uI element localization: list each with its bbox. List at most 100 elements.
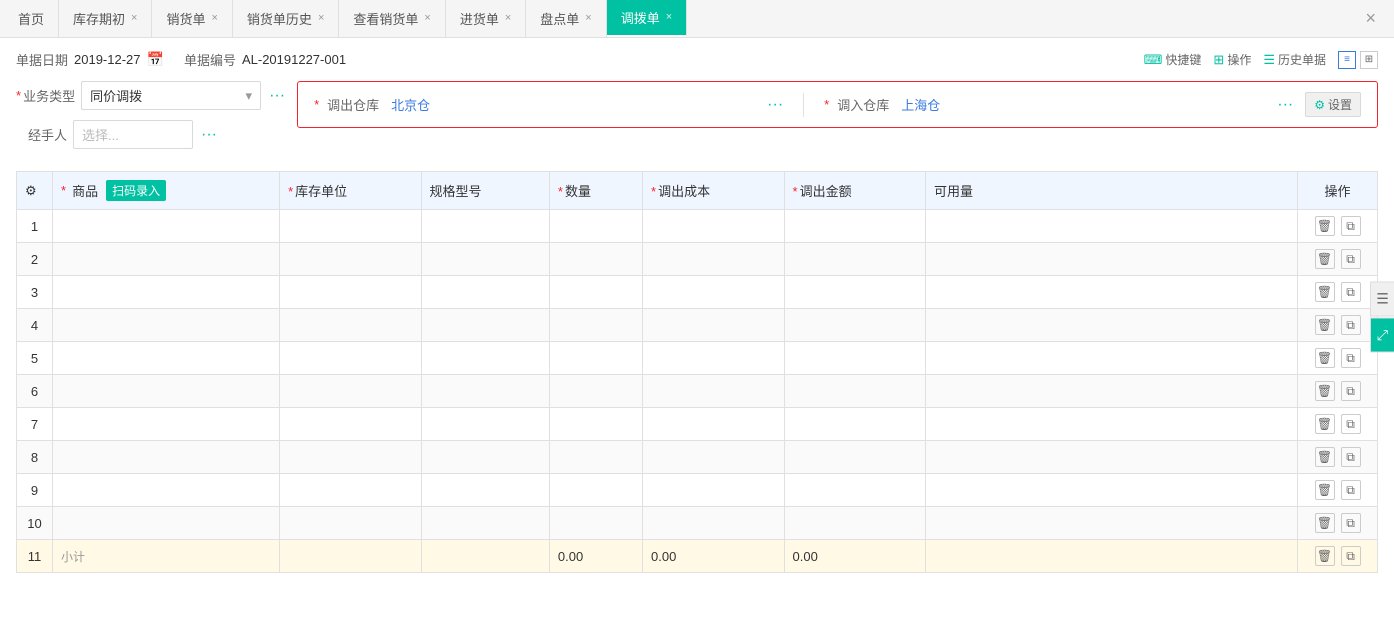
tab-purchase-close[interactable]: × [505, 13, 511, 24]
row-product[interactable] [53, 243, 280, 276]
row-unit[interactable] [280, 408, 421, 441]
tab-purchase[interactable]: 进货单 × [446, 0, 526, 37]
delete-icon[interactable]: 🗑 [1315, 447, 1335, 467]
row-amount[interactable] [784, 474, 925, 507]
float-list-button[interactable]: ☰ [1370, 282, 1394, 317]
th-gear[interactable]: ⚙ [17, 172, 53, 210]
history-button[interactable]: ☰ 历史单据 [1263, 51, 1326, 68]
row-amount[interactable] [784, 243, 925, 276]
delete-icon[interactable]: 🗑 [1315, 348, 1335, 368]
tab-view-sales-close[interactable]: × [424, 13, 430, 24]
tab-home[interactable]: 首页 [8, 0, 59, 37]
tab-sales-history[interactable]: 销货单历史 × [233, 0, 339, 37]
row-amount[interactable] [784, 507, 925, 540]
tab-sales-order-close[interactable]: × [211, 13, 217, 24]
copy-icon[interactable]: ⧉ [1341, 480, 1361, 500]
tab-view-sales[interactable]: 查看销货单 × [339, 0, 445, 37]
row-product[interactable] [53, 507, 280, 540]
copy-icon[interactable]: ⧉ [1341, 546, 1361, 566]
copy-icon[interactable]: ⧉ [1341, 381, 1361, 401]
layout-grid-icon[interactable]: ⊞ [1360, 51, 1378, 69]
row-product[interactable] [53, 342, 280, 375]
row-qty[interactable] [549, 276, 642, 309]
delete-icon[interactable]: 🗑 [1315, 381, 1335, 401]
row-spec[interactable] [421, 342, 549, 375]
row-product[interactable] [53, 309, 280, 342]
copy-icon[interactable]: ⧉ [1341, 249, 1361, 269]
tab-transfer-close[interactable]: × [666, 12, 672, 23]
scan-button[interactable]: 扫码录入 [106, 180, 166, 201]
warehouse-in-more-button[interactable]: ··· [1277, 96, 1293, 114]
row-qty[interactable] [549, 375, 642, 408]
row-cost[interactable] [643, 309, 784, 342]
delete-icon[interactable]: 🗑 [1315, 546, 1335, 566]
shortcuts-button[interactable]: ⌨ 快捷键 [1144, 51, 1202, 68]
row-cost[interactable] [643, 408, 784, 441]
row-spec[interactable] [421, 276, 549, 309]
row-unit[interactable] [280, 276, 421, 309]
row-product[interactable] [53, 375, 280, 408]
tab-sales-order[interactable]: 销货单 × [152, 0, 232, 37]
row-qty[interactable] [549, 243, 642, 276]
delete-icon[interactable]: 🗑 [1315, 216, 1335, 236]
row-unit[interactable] [280, 474, 421, 507]
delete-icon[interactable]: 🗑 [1315, 282, 1335, 302]
tab-inventory-close[interactable]: × [585, 13, 591, 24]
row-amount[interactable] [784, 441, 925, 474]
row-qty[interactable] [549, 441, 642, 474]
calendar-icon[interactable]: 📅 [147, 51, 164, 68]
warehouse-out-more-button[interactable]: ··· [767, 96, 783, 114]
delete-icon[interactable]: 🗑 [1315, 249, 1335, 269]
row-spec[interactable] [421, 507, 549, 540]
copy-icon[interactable]: ⧉ [1341, 282, 1361, 302]
row-qty[interactable] [549, 507, 642, 540]
row-amount[interactable] [784, 342, 925, 375]
row-spec[interactable] [421, 309, 549, 342]
row-cost[interactable] [643, 210, 784, 243]
row-cost[interactable] [643, 243, 784, 276]
window-close-button[interactable]: × [1355, 8, 1386, 29]
row-cost[interactable] [643, 276, 784, 309]
row-cost[interactable] [643, 474, 784, 507]
row-qty[interactable] [549, 309, 642, 342]
business-type-select[interactable]: 同价调拨 ▾ [81, 81, 261, 110]
row-amount[interactable] [784, 309, 925, 342]
row-product[interactable] [53, 276, 280, 309]
row-cost[interactable] [643, 342, 784, 375]
copy-icon[interactable]: ⧉ [1341, 447, 1361, 467]
row-product[interactable] [53, 408, 280, 441]
tab-transfer[interactable]: 调拨单 × [607, 0, 687, 37]
row-spec[interactable] [421, 408, 549, 441]
tab-inventory[interactable]: 盘点单 × [526, 0, 606, 37]
delete-icon[interactable]: 🗑 [1315, 513, 1335, 533]
row-cost[interactable] [643, 507, 784, 540]
row-product[interactable] [53, 441, 280, 474]
float-expand-button[interactable]: ⤢ [1370, 318, 1394, 353]
row-qty[interactable] [549, 210, 642, 243]
row-spec[interactable] [421, 375, 549, 408]
row-unit[interactable] [280, 309, 421, 342]
row-qty[interactable] [549, 474, 642, 507]
row-unit[interactable] [280, 243, 421, 276]
row-cost[interactable] [643, 441, 784, 474]
delete-icon[interactable]: 🗑 [1315, 480, 1335, 500]
row-qty[interactable] [549, 342, 642, 375]
tab-sales-history-close[interactable]: × [318, 13, 324, 24]
row-amount[interactable] [784, 375, 925, 408]
business-more-button[interactable]: ··· [269, 87, 285, 105]
row-unit[interactable] [280, 507, 421, 540]
row-unit[interactable] [280, 210, 421, 243]
copy-icon[interactable]: ⧉ [1341, 513, 1361, 533]
row-amount[interactable] [784, 210, 925, 243]
delete-icon[interactable]: 🗑 [1315, 414, 1335, 434]
row-spec[interactable] [421, 243, 549, 276]
operations-button[interactable]: ⊞ 操作 [1213, 51, 1251, 68]
row-qty[interactable] [549, 408, 642, 441]
copy-icon[interactable]: ⧉ [1341, 216, 1361, 236]
handler-select[interactable]: 选择... [73, 120, 193, 149]
layout-list-icon[interactable]: ≡ [1338, 51, 1356, 69]
row-amount[interactable] [784, 276, 925, 309]
row-cost[interactable] [643, 375, 784, 408]
row-unit[interactable] [280, 441, 421, 474]
row-spec[interactable] [421, 441, 549, 474]
